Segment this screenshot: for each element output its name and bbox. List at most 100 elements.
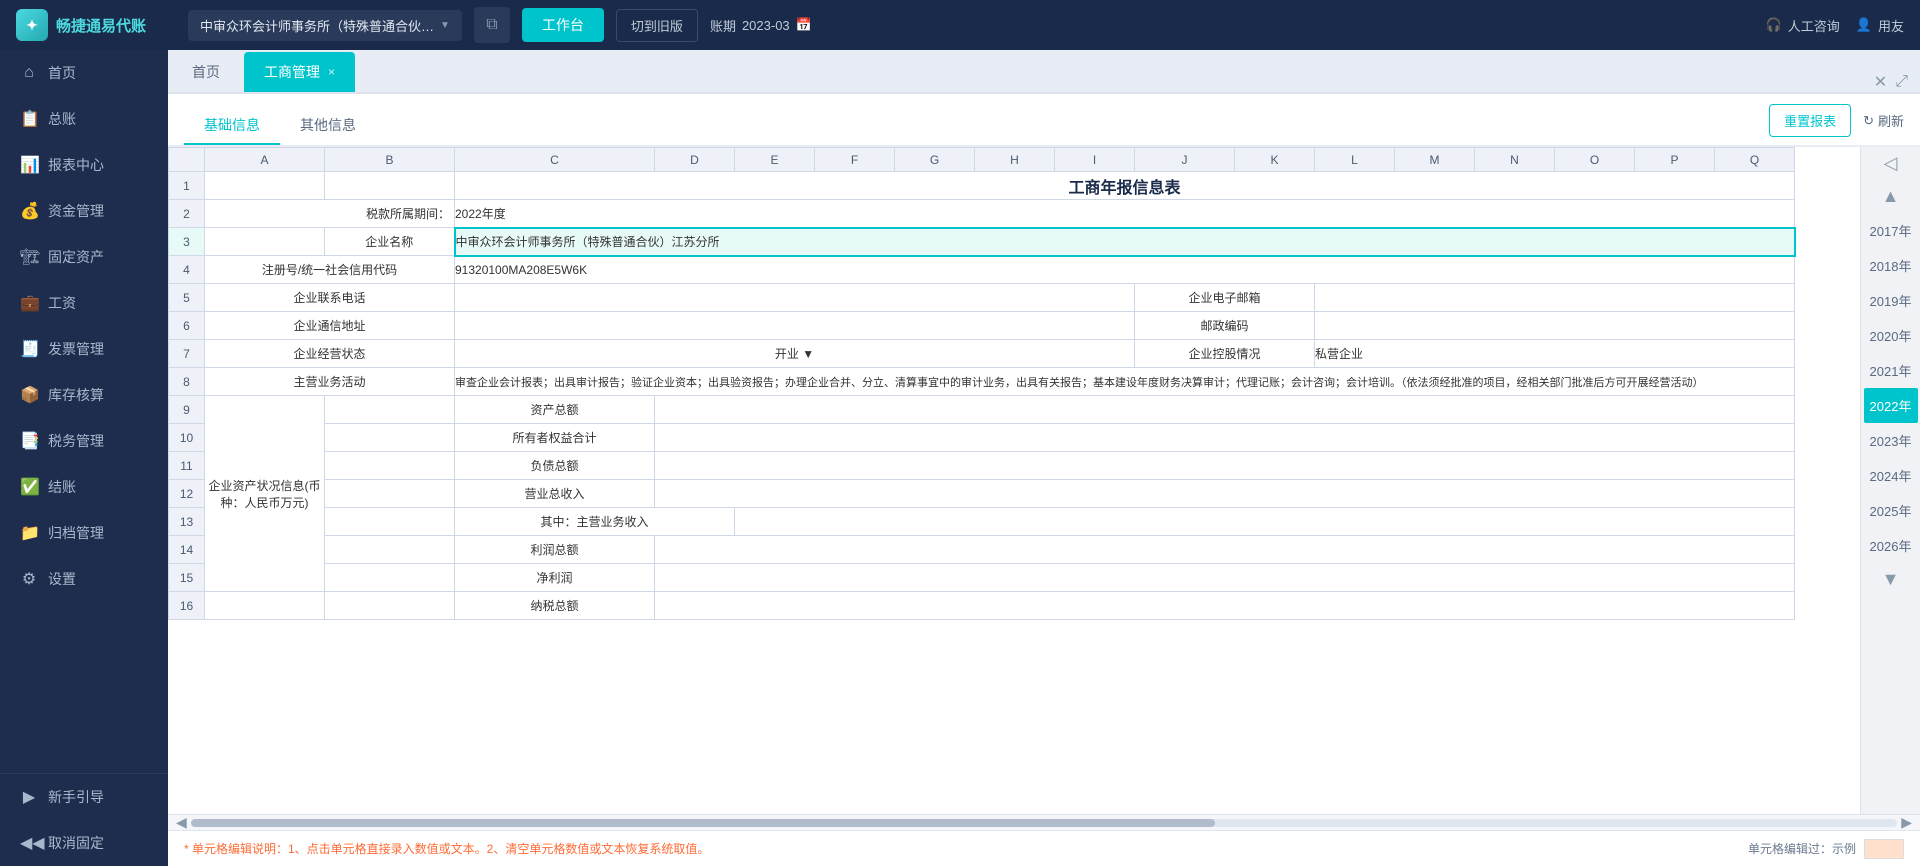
inner-tab-other[interactable]: 其他信息 xyxy=(280,107,376,145)
refresh-button[interactable]: ↻ 刷新 xyxy=(1863,111,1904,130)
help-button[interactable]: 🎧 人工咨询 xyxy=(1766,16,1840,35)
cell-14-profit: 利润总额 xyxy=(455,536,655,564)
company-dropdown-icon: ▼ xyxy=(440,20,450,31)
settings-icon: ⚙ xyxy=(20,569,38,589)
hscroll-left[interactable]: ◀ xyxy=(172,814,191,830)
sidebar-label-payroll: 工资 xyxy=(48,293,76,313)
hscroll-track[interactable] xyxy=(191,819,1897,827)
tab-home[interactable]: 首页 xyxy=(172,52,240,92)
cell-13-value[interactable] xyxy=(735,508,1795,536)
calendar-icon[interactable]: 📅 xyxy=(796,17,812,33)
cell-10-equity: 所有者权益合计 xyxy=(455,424,655,452)
year-2023[interactable]: 2023年 xyxy=(1864,423,1918,458)
sidebar-item-finance[interactable]: 💰 资金管理 xyxy=(0,188,168,234)
cell-2-label: 税款所属期间： xyxy=(205,200,455,228)
user-icon: 👤 xyxy=(1856,17,1872,33)
unpin-icon: ◀◀ xyxy=(20,833,38,853)
inner-tab-basic[interactable]: 基础信息 xyxy=(184,107,280,145)
year-2026[interactable]: 2026年 xyxy=(1864,528,1918,563)
row-6: 6 企业通信地址 邮政编码 xyxy=(169,312,1795,340)
row-num-5: 5 xyxy=(169,284,205,312)
col-header-D: D xyxy=(655,148,735,172)
copy-icon-btn[interactable]: ⧉ xyxy=(474,7,510,43)
panel-scroll-down[interactable]: ▼ xyxy=(1876,563,1906,596)
ledger-icon: 📋 xyxy=(20,109,38,129)
panel-scroll-up[interactable]: ▲ xyxy=(1876,180,1906,213)
cell-8-value[interactable]: 审查企业会计报表；出具审计报告；验证企业资本；出具验资报告；办理企业合并、分立、… xyxy=(455,368,1795,396)
sidebar-item-archive[interactable]: 📁 归档管理 xyxy=(0,510,168,556)
sidebar-item-home[interactable]: ⌂ 首页 xyxy=(0,50,168,96)
cell-6-address[interactable] xyxy=(455,312,1135,340)
cell-6-zip-label: 邮政编码 xyxy=(1135,312,1315,340)
sidebar-item-invoice[interactable]: 🧾 发票管理 xyxy=(0,326,168,372)
sidebar-item-tax[interactable]: 📑 税务管理 xyxy=(0,418,168,464)
cell-13-B xyxy=(325,508,455,536)
sidebar-new-guide[interactable]: ▶ 新手引导 xyxy=(0,774,168,820)
cell-14-value[interactable] xyxy=(655,536,1795,564)
hscroll-right[interactable]: ▶ xyxy=(1897,814,1916,830)
sidebar-item-inventory[interactable]: 📦 库存核算 xyxy=(0,372,168,418)
cell-11-value[interactable] xyxy=(655,452,1795,480)
cell-2-value[interactable]: 2022年度 xyxy=(455,200,1795,228)
row-num-16: 16 xyxy=(169,592,205,620)
year-2025[interactable]: 2025年 xyxy=(1864,493,1918,528)
col-header-F: F xyxy=(815,148,895,172)
inner-tab-actions: 重置报表 ↻ 刷新 xyxy=(1769,104,1904,145)
panel-collapse-left[interactable]: ◁ xyxy=(1878,147,1904,180)
cell-16-tax: 纳税总额 xyxy=(455,592,655,620)
cell-16-value[interactable] xyxy=(655,592,1795,620)
year-2021[interactable]: 2021年 xyxy=(1864,353,1918,388)
corner-header xyxy=(169,148,205,172)
spreadsheet-main[interactable]: A B C D E F G H I J K L xyxy=(168,147,1860,814)
reset-report-button[interactable]: 重置报表 xyxy=(1769,104,1851,137)
cell-1-title[interactable]: 工商年报信息表 xyxy=(455,172,1795,200)
cell-3-value[interactable]: 中审众环会计师事务所（特殊普通合伙）江苏分所 xyxy=(455,228,1795,256)
tab-ctrl-close[interactable]: ✕ xyxy=(1874,72,1887,92)
horizontal-scrollbar[interactable]: ◀ ▶ xyxy=(168,814,1920,830)
row-10: 10 所有者权益合计 xyxy=(169,424,1795,452)
cell-5-email[interactable] xyxy=(1315,284,1795,312)
row-16: 16 纳税总额 xyxy=(169,592,1795,620)
year-2022[interactable]: 2022年 xyxy=(1864,388,1918,423)
cell-12-value[interactable] xyxy=(655,480,1795,508)
user-menu[interactable]: 👤 用友 xyxy=(1856,16,1904,35)
year-2020[interactable]: 2020年 xyxy=(1864,318,1918,353)
tab-commerce[interactable]: 工商管理 × xyxy=(244,52,355,92)
hscroll-thumb[interactable] xyxy=(191,819,1215,827)
row-4: 4 注册号/统一社会信用代码 91320100MA208E5W6K xyxy=(169,256,1795,284)
cell-6-zip[interactable] xyxy=(1315,312,1795,340)
col-header-H: H xyxy=(975,148,1055,172)
sidebar-item-payroll[interactable]: 💼 工资 xyxy=(0,280,168,326)
cell-10-value[interactable] xyxy=(655,424,1795,452)
company-selector[interactable]: 中审众环会计师事务所（特殊普通合伙… ▼ xyxy=(188,10,462,41)
cell-9-group-label: 企业资产状况信息(币种：人民币万元) xyxy=(205,396,325,592)
tab-ctrl-expand[interactable]: ⤢ xyxy=(1895,73,1908,91)
home-icon: ⌂ xyxy=(20,64,38,82)
inventory-icon: 📦 xyxy=(20,385,38,405)
col-header-O: O xyxy=(1555,148,1635,172)
cell-5-phone[interactable] xyxy=(455,284,1135,312)
year-2019[interactable]: 2019年 xyxy=(1864,283,1918,318)
year-2017[interactable]: 2017年 xyxy=(1864,213,1918,248)
cell-4-value[interactable]: 91320100MA208E5W6K xyxy=(455,256,1795,284)
year-2018[interactable]: 2018年 xyxy=(1864,248,1918,283)
tab-close-icon[interactable]: × xyxy=(328,65,335,79)
sidebar-item-ledger[interactable]: 📋 总账 xyxy=(0,96,168,142)
row-num-3: 3 xyxy=(169,228,205,256)
sidebar-item-assets[interactable]: 🏗 固定资产 xyxy=(0,234,168,280)
sidebar-item-settle[interactable]: ✅ 结账 xyxy=(0,464,168,510)
cell-7-status[interactable]: 开业 ▼ xyxy=(455,340,1135,368)
cell-7-control[interactable]: 私营企业 xyxy=(1315,340,1795,368)
switch-version-button[interactable]: 切到旧版 xyxy=(616,9,698,42)
year-2024[interactable]: 2024年 xyxy=(1864,458,1918,493)
sidebar-item-settings[interactable]: ⚙ 设置 xyxy=(0,556,168,602)
cell-9-value[interactable] xyxy=(655,396,1795,424)
workbench-button[interactable]: 工作台 xyxy=(522,8,604,42)
sidebar-item-reports[interactable]: 📊 报表中心 xyxy=(0,142,168,188)
row-num-11: 11 xyxy=(169,452,205,480)
cell-15-value[interactable] xyxy=(655,564,1795,592)
sidebar-unpin[interactable]: ◀◀ 取消固定 xyxy=(0,820,168,866)
col-header-P: P xyxy=(1635,148,1715,172)
col-header-K: K xyxy=(1235,148,1315,172)
tab-bar: 首页 工商管理 × ✕ ⤢ xyxy=(168,50,1920,94)
